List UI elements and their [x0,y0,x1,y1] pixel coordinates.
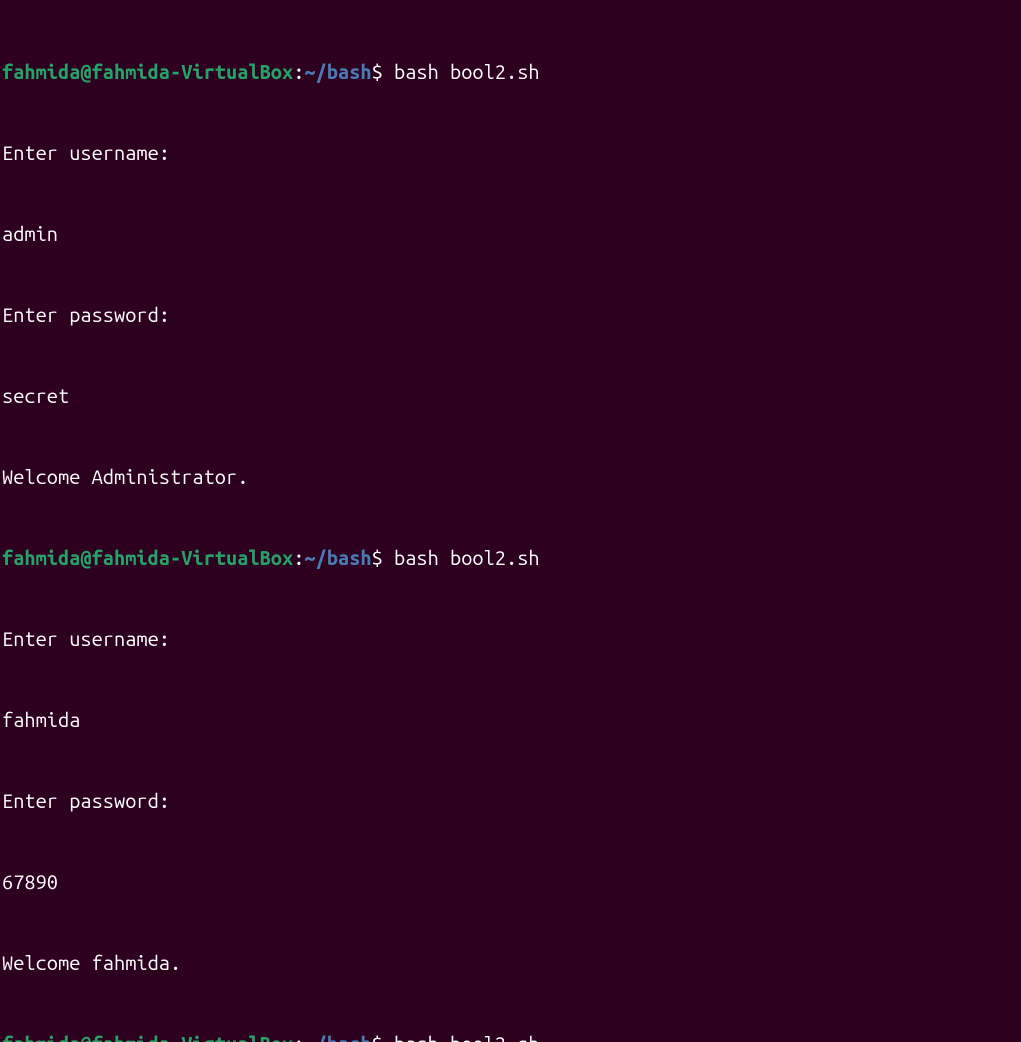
command-text: bash bool2.sh [383,546,540,569]
output-line: Enter username: [2,139,1019,166]
path: ~/bash [304,60,371,83]
prompt-line: fahmida@fahmida-VirtualBox:~/bash$ bash … [2,58,1019,85]
output-line: admin [2,220,1019,247]
prompt-line: fahmida@fahmida-VirtualBox:~/bash$ bash … [2,544,1019,571]
output-line: fahmida [2,706,1019,733]
dollar-sign: $ [372,60,383,83]
path: ~/bash [304,546,371,569]
user-host: fahmida@fahmida-VirtualBox [2,546,293,569]
output-line: 67890 [2,868,1019,895]
output-line: Welcome Administrator. [2,463,1019,490]
user-host: fahmida@fahmida-VirtualBox [2,1032,293,1042]
command-text: bash bool2.sh [383,60,540,83]
output-line: Enter username: [2,625,1019,652]
colon: : [293,60,304,83]
user-host: fahmida@fahmida-VirtualBox [2,60,293,83]
command-text: bash bool2.sh [383,1032,540,1042]
colon: : [293,546,304,569]
colon: : [293,1032,304,1042]
output-line: Enter password: [2,787,1019,814]
dollar-sign: $ [372,546,383,569]
output-line: Welcome fahmida. [2,949,1019,976]
prompt-line: fahmida@fahmida-VirtualBox:~/bash$ bash … [2,1030,1019,1042]
terminal-window[interactable]: fahmida@fahmida-VirtualBox:~/bash$ bash … [2,4,1019,1042]
output-line: secret [2,382,1019,409]
path: ~/bash [304,1032,371,1042]
output-line: Enter password: [2,301,1019,328]
dollar-sign: $ [372,1032,383,1042]
